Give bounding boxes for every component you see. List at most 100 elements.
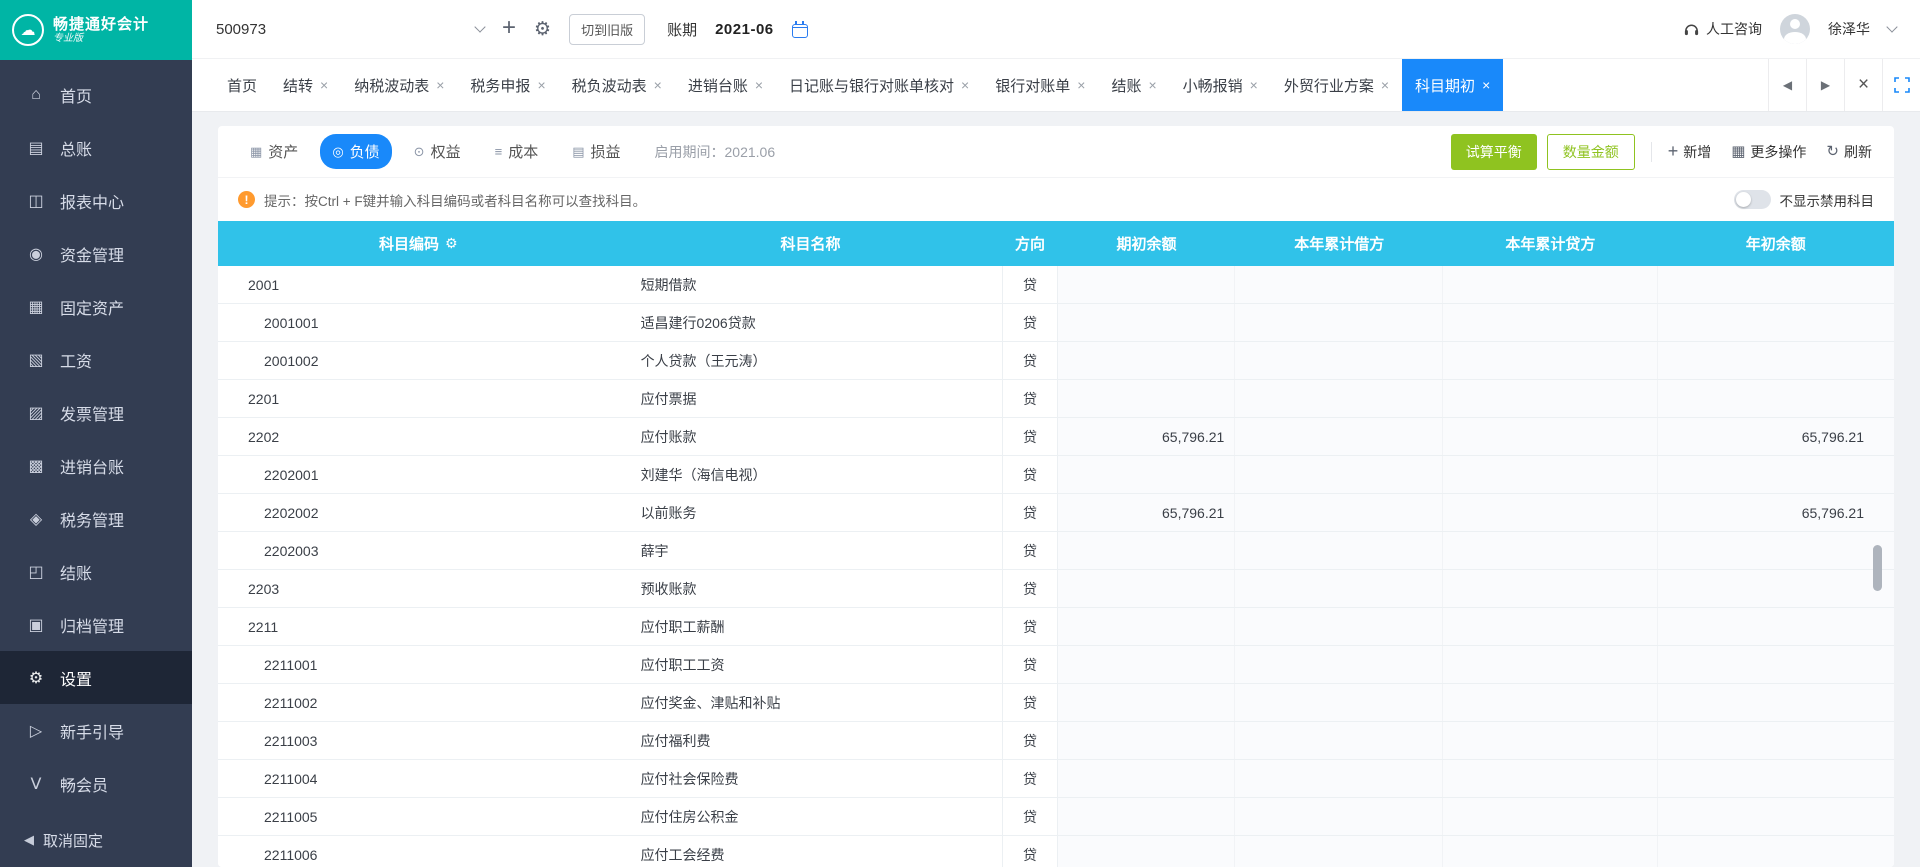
tab-close-icon[interactable]: ×	[436, 77, 444, 93]
logo-icon: ☁	[12, 14, 44, 46]
add-subject-button[interactable]: + 新增	[1668, 142, 1712, 162]
cell-subject-name: 应付住房公积金	[640, 808, 739, 825]
sidebar-item-税务管理[interactable]: ◈ 税务管理	[0, 492, 192, 545]
period-value[interactable]: 2021-06	[715, 21, 774, 38]
sidebar-unpin-button[interactable]: ◀ 取消固定	[0, 813, 192, 867]
subtab-成本[interactable]: ≡ 成本	[483, 134, 551, 169]
refresh-button[interactable]: ↻ 刷新	[1826, 142, 1872, 162]
tab-close-icon[interactable]: ×	[537, 77, 545, 93]
tab-小畅报销[interactable]: 小畅报销 ×	[1170, 59, 1271, 111]
sidebar-item-进销台账[interactable]: ▩ 进销台账	[0, 439, 192, 492]
sidebar-item-工资[interactable]: ▧ 工资	[0, 333, 192, 386]
calendar-icon[interactable]	[791, 20, 808, 38]
tab-日记账与银行对账单核对[interactable]: 日记账与银行对账单核对 ×	[776, 59, 982, 111]
table-row[interactable]: 2211 应付职工薪酬 贷	[218, 608, 1894, 646]
tab-close-icon[interactable]: ×	[320, 77, 328, 93]
sidebar-item-资金管理[interactable]: ◉ 资金管理	[0, 227, 192, 280]
table-row[interactable]: 2201 应付票据 贷	[218, 380, 1894, 418]
table-row[interactable]: 2001002 个人贷款（王元涛） 贷	[218, 342, 1894, 380]
table-row[interactable]: 2203 预收账款 贷	[218, 570, 1894, 608]
tab-close-icon[interactable]: ×	[1148, 77, 1156, 93]
cell-subject-code: 2211002	[264, 694, 318, 711]
tab-scroll-right-button[interactable]: ▶	[1806, 59, 1844, 111]
chevron-down-icon[interactable]	[1886, 21, 1898, 33]
sidebar-item-总账[interactable]: ▤ 总账	[0, 121, 192, 174]
tab-close-icon[interactable]: ×	[1250, 77, 1258, 93]
tab-close-icon[interactable]: ×	[961, 77, 969, 93]
cell-direction: 贷	[1002, 342, 1058, 379]
switch-old-version-button[interactable]: 切到旧版	[569, 13, 646, 45]
table-row[interactable]: 2211005 应付住房公积金 贷	[218, 798, 1894, 836]
table-row[interactable]: 2202 应付账款贷 65,796.21 65,796.21	[218, 418, 1894, 456]
hide-disabled-subjects-toggle[interactable]	[1733, 190, 1771, 209]
user-name[interactable]: 徐泽华	[1828, 19, 1870, 39]
table-row[interactable]: 2001 短期借款 贷	[218, 266, 1894, 304]
tab-close-icon[interactable]: ×	[1077, 77, 1085, 93]
sidebar-item-归档管理[interactable]: ▣ 归档管理	[0, 598, 192, 651]
table-row[interactable]: 2211003 应付福利费 贷	[218, 722, 1894, 760]
cell-year-begin-balance	[1657, 798, 1894, 835]
close-tabs-button[interactable]: ×	[1844, 59, 1882, 111]
sidebar-item-畅会员[interactable]: Ⅴ 畅会员	[0, 757, 192, 810]
table-row[interactable]: 2211004 应付社会保险费 贷	[218, 760, 1894, 798]
support-button[interactable]: 人工咨询	[1683, 19, 1762, 39]
sidebar-item-设置[interactable]: ⚙ 设置	[0, 651, 192, 704]
subtab-资产[interactable]: ▦ 资产	[238, 134, 310, 169]
table-row[interactable]: 2202001 刘建华（海信电视） 贷	[218, 456, 1894, 494]
invoice-icon: ▨	[28, 404, 44, 422]
sidebar-item-固定资产[interactable]: ▦ 固定资产	[0, 280, 192, 333]
subtab-权益[interactable]: ⊙ 权益	[402, 134, 473, 169]
trial-balance-button[interactable]: 试算平衡	[1450, 133, 1537, 170]
table-body: 2001 短期借款贷 2001001 适昌建行0206贷款贷 2001002 个人贷款（王…	[218, 266, 1894, 867]
tab-scroll-left-button[interactable]: ◀	[1768, 59, 1806, 111]
headset-icon	[1684, 24, 1699, 36]
tab-外贸行业方案[interactable]: 外贸行业方案 ×	[1271, 59, 1402, 111]
avatar[interactable]	[1780, 14, 1810, 44]
table-row[interactable]: 2211001 应付职工工资 贷	[218, 646, 1894, 684]
table-row[interactable]: 2211002 应付奖金、津贴和补贴 贷	[218, 684, 1894, 722]
tab-close-icon[interactable]: ×	[755, 77, 763, 93]
tab-结账[interactable]: 结账 ×	[1098, 59, 1169, 111]
tab-首页[interactable]: 首页	[214, 59, 270, 111]
cell-year-begin-balance	[1657, 722, 1894, 759]
tab-close-icon[interactable]: ×	[654, 77, 662, 93]
expand-fullscreen-button[interactable]	[1882, 59, 1920, 111]
tab-科目期初[interactable]: 科目期初 ×	[1402, 59, 1504, 111]
tab-税务申报[interactable]: 税务申报 ×	[457, 59, 558, 111]
column-header-label: 科目编码	[378, 236, 439, 253]
sidebar-item-发票管理[interactable]: ▨ 发票管理	[0, 386, 192, 439]
account-set-select[interactable]: 500973	[216, 21, 486, 38]
subtab-负债[interactable]: ◎ 负债	[320, 134, 392, 169]
table-row[interactable]: 2001001 适昌建行0206贷款 贷	[218, 304, 1894, 342]
table-row[interactable]: 2202002 以前账务贷 65,796.21 65,796.21	[218, 494, 1894, 532]
add-account-set-button[interactable]: +	[502, 15, 516, 40]
app-logo[interactable]: ☁ 畅捷通好会计 专业版	[0, 0, 192, 60]
sidebar-item-首页[interactable]: ⌂ 首页	[0, 68, 192, 121]
hide-disabled-subjects-label: 不显示禁用科目	[1779, 193, 1875, 209]
sidebar-item-结账[interactable]: ◰ 结账	[0, 545, 192, 598]
settings-icon: ⚙	[28, 669, 44, 687]
subtab-损益[interactable]: ▤ 损益	[560, 134, 632, 169]
tab-controls: ◀ ▶ ×	[1768, 59, 1920, 111]
cell-ytd-debit	[1235, 836, 1444, 867]
sidebar-item-报表中心[interactable]: ◫ 报表中心	[0, 174, 192, 227]
cell-begin-balance	[1057, 646, 1236, 683]
tab-进销台账[interactable]: 进销台账 ×	[675, 59, 776, 111]
quantity-amount-button[interactable]: 数量金额	[1546, 133, 1635, 170]
cell-year-begin-balance	[1657, 266, 1894, 303]
tab-close-icon[interactable]: ×	[1381, 77, 1389, 93]
table-row[interactable]: 2202003 薛宇 贷	[218, 532, 1894, 570]
tab-close-icon[interactable]: ×	[1482, 77, 1490, 93]
table-scrollbar[interactable]	[1873, 545, 1882, 591]
account-settings-gear-button[interactable]: ⚙	[534, 20, 551, 39]
tab-银行对账单[interactable]: 银行对账单 ×	[982, 59, 1098, 111]
sidebar-item-label: 报表中心	[60, 194, 125, 212]
tab-税负波动表[interactable]: 税负波动表 ×	[559, 59, 675, 111]
table-row[interactable]: 2211006 应付工会经费 贷	[218, 836, 1894, 867]
more-operations-button[interactable]: ▦ 更多操作	[1731, 142, 1806, 162]
cell-ytd-credit	[1443, 570, 1658, 607]
tab-结转[interactable]: 结转 ×	[270, 59, 341, 111]
column-settings-gear-icon[interactable]: ⚙	[445, 235, 458, 252]
tab-纳税波动表[interactable]: 纳税波动表 ×	[341, 59, 457, 111]
sidebar-item-新手引导[interactable]: ▷ 新手引导	[0, 704, 192, 757]
